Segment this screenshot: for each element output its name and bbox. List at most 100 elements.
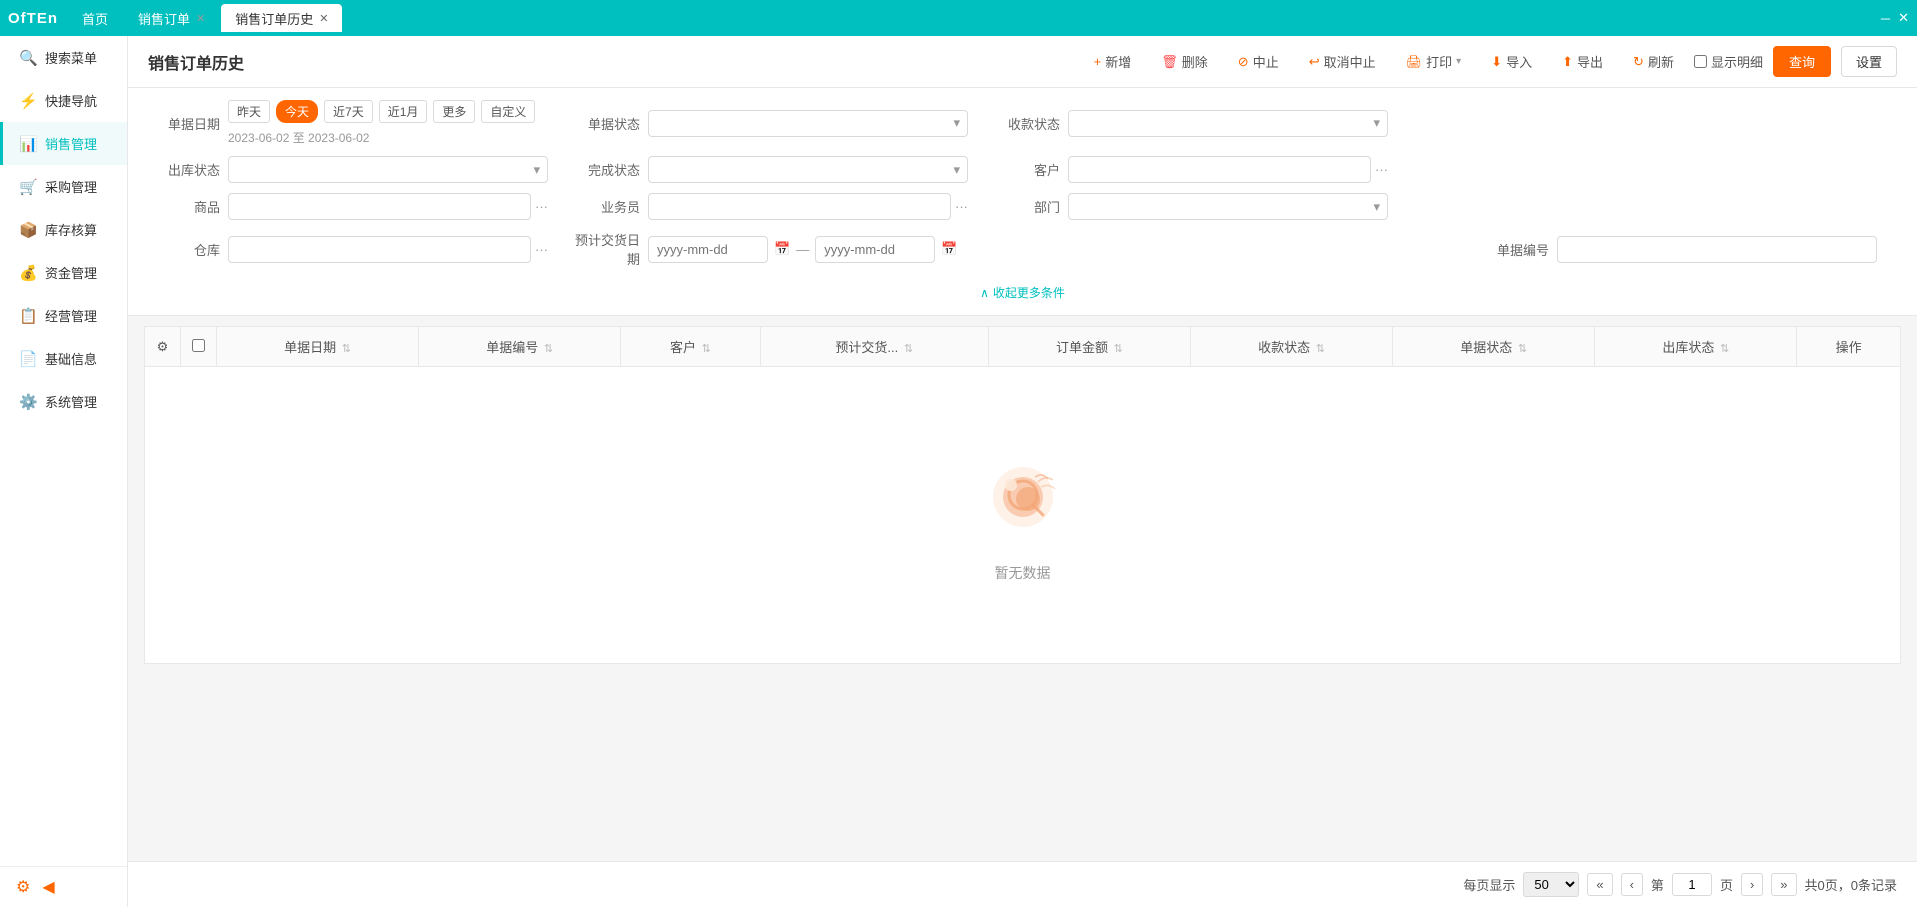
- table-select-all[interactable]: [192, 339, 205, 352]
- outbound-status-control: [228, 156, 548, 183]
- next-page-button[interactable]: ›: [1741, 873, 1763, 896]
- app-logo: OfTEn: [8, 10, 58, 27]
- th-receipt-status[interactable]: 收款状态 ⇅: [1190, 327, 1392, 367]
- first-page-button[interactable]: «: [1587, 873, 1612, 896]
- receipt-status-select[interactable]: [1068, 110, 1388, 137]
- customer-filter-control: ···: [1068, 156, 1388, 183]
- sidebar-item-fund-mgmt[interactable]: 💰 资金管理: [0, 251, 127, 294]
- date-group: 昨天 今天 近7天 近1月 更多 自定义 2023-06-02 至 2023-0…: [228, 100, 548, 146]
- delete-button[interactable]: 🗑 删除: [1151, 47, 1218, 76]
- sidebar-item-quick-nav[interactable]: ⚡ 快捷导航: [0, 79, 127, 122]
- tab-sales-order-history-close[interactable]: ✕: [319, 12, 328, 25]
- date-btn-7days[interactable]: 近7天: [324, 100, 373, 123]
- th-expected-delivery[interactable]: 预计交货... ⇅: [760, 327, 988, 367]
- th-customer[interactable]: 客户 ⇅: [621, 327, 760, 367]
- date-btn-more[interactable]: 更多: [433, 100, 475, 123]
- bill-status-select[interactable]: [648, 110, 968, 137]
- sidebar-item-operations-mgmt[interactable]: 📋 经营管理: [0, 294, 127, 337]
- sidebar-item-purchase-mgmt[interactable]: 🛒 采购管理: [0, 165, 127, 208]
- tab-sales-order-history[interactable]: 销售订单历史 ✕: [221, 4, 342, 32]
- cancel-stop-button[interactable]: ↩ 取消中止: [1299, 47, 1386, 76]
- expected-date-from-icon[interactable]: 📅: [774, 241, 790, 257]
- tab-sales-order[interactable]: 销售订单 ✕: [124, 4, 219, 32]
- last-page-button[interactable]: »: [1771, 873, 1796, 896]
- th-customer-sort: ⇅: [702, 343, 711, 355]
- th-bill-status[interactable]: 单据状态 ⇅: [1393, 327, 1595, 367]
- table-settings-header[interactable]: ⚙: [145, 327, 181, 367]
- th-bill-status-label: 单据状态: [1460, 340, 1512, 355]
- empty-text: 暂无数据: [995, 563, 1051, 583]
- show-detail-checkbox[interactable]: [1694, 55, 1707, 68]
- outbound-status-label: 出库状态: [148, 160, 228, 179]
- page-number-input[interactable]: [1672, 873, 1712, 896]
- settings-button[interactable]: 设置: [1841, 46, 1897, 77]
- date-btn-today[interactable]: 今天: [276, 100, 318, 123]
- collapse-bar[interactable]: ∧ 收起更多条件: [148, 278, 1897, 303]
- bill-number-input[interactable]: [1557, 236, 1877, 263]
- date-btn-1month[interactable]: 近1月: [379, 100, 428, 123]
- warehouse-dots[interactable]: ···: [535, 242, 548, 257]
- window-close-icon[interactable]: ✕: [1898, 10, 1909, 26]
- per-page-select[interactable]: 50 10 20 100: [1523, 872, 1579, 897]
- customer-dots[interactable]: ···: [1375, 162, 1388, 177]
- complete-status-select[interactable]: [648, 156, 968, 183]
- inventory-check-icon: 📦: [19, 221, 37, 239]
- show-detail-checkbox-label[interactable]: 显示明细: [1694, 52, 1763, 71]
- th-order-amount[interactable]: 订单金额 ⇅: [988, 327, 1190, 367]
- top-bar: OfTEn 首页 销售订单 ✕ 销售订单历史 ✕ ─ ✕: [0, 0, 1917, 36]
- goods-filter-label: 商品: [148, 197, 228, 216]
- sidebar-item-fund-mgmt-label: 资金管理: [45, 263, 97, 282]
- bill-status-control: [648, 110, 968, 137]
- sidebar-item-basic-info[interactable]: 📄 基础信息: [0, 337, 127, 380]
- customer-input[interactable]: [1068, 156, 1371, 183]
- department-select-wrapper: [1068, 193, 1388, 220]
- system-mgmt-icon: ⚙️: [19, 393, 37, 411]
- th-bill-date[interactable]: 单据日期 ⇅: [217, 327, 419, 367]
- warehouse-input[interactable]: [228, 236, 531, 263]
- bill-status-select-wrapper: [648, 110, 968, 137]
- query-button[interactable]: 查询: [1773, 46, 1831, 77]
- new-button[interactable]: + 新增: [1084, 47, 1142, 76]
- tab-home-label: 首页: [82, 9, 108, 28]
- expected-date-to[interactable]: [815, 236, 935, 263]
- sidebar-item-quick-nav-label: 快捷导航: [45, 91, 97, 110]
- outbound-status-select[interactable]: [228, 156, 548, 183]
- goods-dots[interactable]: ···: [535, 199, 548, 214]
- sidebar-settings-icon[interactable]: ⚙: [16, 877, 30, 897]
- goods-input[interactable]: [228, 193, 531, 220]
- window-minimize-icon[interactable]: ─: [1881, 11, 1890, 26]
- stop-button[interactable]: ⊘ 中止: [1228, 47, 1289, 76]
- export-button[interactable]: ⬆ 导出: [1552, 47, 1613, 76]
- import-label: 导入: [1506, 52, 1532, 71]
- refresh-label: 刷新: [1648, 52, 1674, 71]
- sidebar-item-sales-mgmt[interactable]: 📊 销售管理: [0, 122, 127, 165]
- sidebar-item-system-mgmt[interactable]: ⚙️ 系统管理: [0, 380, 127, 423]
- salesperson-input[interactable]: [648, 193, 951, 220]
- date-btn-yesterday[interactable]: 昨天: [228, 100, 270, 123]
- sidebar-item-search-menu[interactable]: 🔍 搜索菜单: [0, 36, 127, 79]
- date-btn-custom[interactable]: 自定义: [481, 100, 535, 123]
- date-range-text: 2023-06-02 至 2023-06-02: [228, 129, 369, 146]
- th-customer-label: 客户: [670, 340, 696, 355]
- show-detail-label: 显示明细: [1711, 52, 1763, 71]
- sidebar-collapse-icon[interactable]: ◀: [42, 877, 54, 897]
- prev-page-button[interactable]: ‹: [1621, 873, 1643, 896]
- import-button[interactable]: ⬇ 导入: [1481, 47, 1542, 76]
- sidebar-item-inventory-check[interactable]: 📦 库存核算: [0, 208, 127, 251]
- operations-mgmt-icon: 📋: [19, 307, 37, 325]
- refresh-button[interactable]: ↻ 刷新: [1623, 47, 1684, 76]
- sidebar-item-system-mgmt-label: 系统管理: [45, 392, 97, 411]
- department-select[interactable]: [1068, 193, 1388, 220]
- expected-date-to-icon[interactable]: 📅: [941, 241, 957, 257]
- expected-date-from[interactable]: [648, 236, 768, 263]
- tab-sales-order-close[interactable]: ✕: [196, 12, 205, 25]
- salesperson-dots[interactable]: ···: [955, 199, 968, 214]
- fund-mgmt-icon: 💰: [19, 264, 37, 282]
- th-bill-number[interactable]: 单据编号 ⇅: [419, 327, 621, 367]
- page-label: 第: [1651, 875, 1664, 894]
- tab-home[interactable]: 首页: [68, 4, 122, 32]
- th-outbound-status[interactable]: 出库状态 ⇅: [1595, 327, 1797, 367]
- table-checkbox-header[interactable]: [181, 327, 217, 367]
- print-button[interactable]: 🖨 打印 ▾: [1396, 47, 1472, 76]
- stop-label: 中止: [1253, 52, 1279, 71]
